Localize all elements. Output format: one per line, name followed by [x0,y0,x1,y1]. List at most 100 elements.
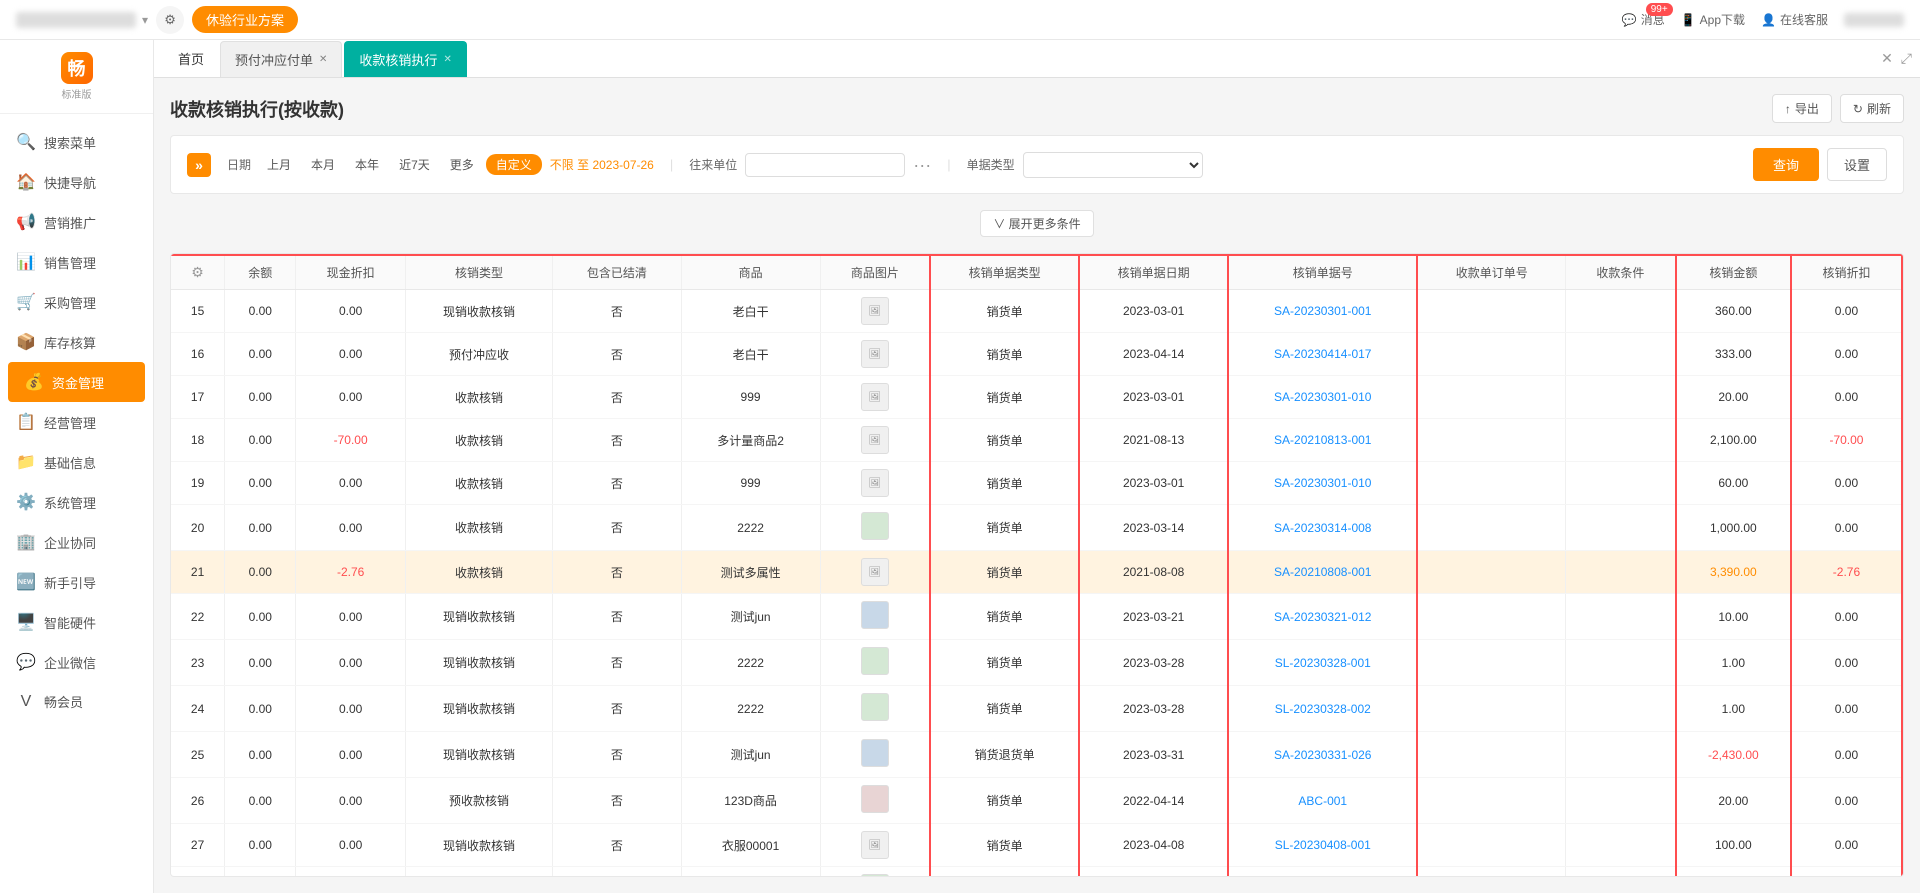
row-verify-discount: 0.00 [1791,462,1902,505]
row-verify-bill-no[interactable]: SA-20230301-010 [1228,376,1417,419]
row-verify-bill-date: 2023-03-31 [1079,732,1228,778]
tab-home[interactable]: 首页 [162,41,220,76]
more-options-icon[interactable]: ··· [913,156,931,174]
sidebar-item-quicknav[interactable]: 🏠 快捷导航 [0,162,153,202]
custom-time-btn[interactable]: 自定义 [486,154,542,175]
sidebar-item-search[interactable]: 🔍 搜索菜单 [0,122,153,162]
sidebar-item-member[interactable]: V 畅会员 [0,682,153,721]
table-row: 150.000.00现销收款核销否老白干🖼销货单2023-03-01SA-202… [171,290,1902,333]
row-verify-bill-date: 2023-04-08 [1079,824,1228,867]
sidebar-item-basic[interactable]: 📁 基础信息 [0,442,153,482]
sidebar-item-label: 资金管理 [52,373,104,392]
industry-solution-button[interactable]: 休验行业方案 [192,6,298,33]
row-verify-type: 收款核销 [405,551,552,594]
counterpart-filter-group: 往来单位 ··· [689,153,931,177]
data-table-container[interactable]: ⚙ 余额 现金折扣 核销类型 包含已结清 商品 商品图片 核销单据类型 核销单据… [170,253,1904,877]
row-verify-bill-type: 销货退货单 [930,732,1079,778]
col-verify-amount: 核销金额 [1676,255,1791,290]
row-verify-bill-no[interactable]: SL-20230328-001 [1228,640,1417,686]
wechat-icon: 💬 [16,652,36,672]
expand-more-button[interactable]: ∨ 展开更多条件 [980,210,1093,237]
row-verify-bill-no[interactable]: SA-20210808-001 [1228,551,1417,594]
settings-gear-button[interactable]: ⚙ [156,6,184,34]
row-product: 2222 [681,686,820,732]
row-verify-type: 现销收款核销 [405,867,552,878]
last-7days-btn[interactable]: 近7天 [391,154,438,175]
chevron-down-icon: ▾ [142,13,148,27]
sidebar-item-wechat[interactable]: 💬 企业微信 [0,642,153,682]
sidebar-item-operations[interactable]: 📋 经营管理 [0,402,153,442]
row-cash-discount: 0.00 [296,462,405,505]
row-number: 21 [171,551,225,594]
export-button[interactable]: ↑ 导出 [1772,94,1832,123]
row-product-img [820,640,930,686]
row-receipt-order-no [1417,686,1565,732]
row-product: 老白干 [681,333,820,376]
tab-prepay[interactable]: 预付冲应付单 ✕ [220,41,342,77]
app-download-button[interactable]: 📱 App下载 [1681,11,1745,28]
filter-settings-button[interactable]: 设置 [1827,148,1887,181]
row-verify-bill-no[interactable]: SL-20230408-001 [1228,824,1417,867]
this-month-btn[interactable]: 本月 [303,154,343,175]
row-product-img [820,594,930,640]
sidebar-item-marketing[interactable]: 📢 营销推广 [0,202,153,242]
sidebar-item-hardware[interactable]: 🖥️ 智能硬件 [0,602,153,642]
row-verify-bill-no[interactable]: SA-20230314-008 [1228,505,1417,551]
close-icon[interactable]: ✕ [443,54,451,65]
page-header: 收款核销执行(按收款) ↑ 导出 ↻ 刷新 [170,94,1904,123]
sidebar-item-purchase[interactable]: 🛒 采购管理 [0,282,153,322]
row-receipt-condition [1566,419,1676,462]
row-verify-bill-no[interactable]: SA-20230414-017 [1228,333,1417,376]
row-verify-bill-no[interactable]: SA-20230321-012 [1228,594,1417,640]
row-balance: 0.00 [225,732,296,778]
row-verify-discount: 0.00 [1791,778,1902,824]
sidebar-item-enterprise[interactable]: 🏢 企业协同 [0,522,153,562]
more-time-btn[interactable]: 更多 [442,154,482,175]
row-verify-bill-no[interactable]: SA-20230331-026 [1228,732,1417,778]
sidebar-item-sales[interactable]: 📊 销售管理 [0,242,153,282]
tab-verify[interactable]: 收款核销执行 ✕ [344,41,466,77]
this-year-btn[interactable]: 本年 [347,154,387,175]
row-verify-bill-no[interactable]: SL-20230328-002 [1228,686,1417,732]
row-receipt-condition [1566,640,1676,686]
export-label: 导出 [1795,100,1819,117]
date-filter-group: 日期 上月 本月 本年 近7天 更多 自定义 不限 至 2023-07-26 [227,154,654,175]
row-verify-bill-no[interactable]: ABC-001 [1228,778,1417,824]
row-included-settled: 否 [553,376,681,419]
message-button[interactable]: 💬 消息 99+ [1622,11,1665,28]
row-cash-discount: 0.00 [296,732,405,778]
row-included-settled: 否 [553,551,681,594]
table-row: 280.000.00现销收款核销否2222销货单2023-04-18SL-202… [171,867,1902,878]
refresh-button[interactable]: ↻ 刷新 [1840,94,1904,123]
row-balance: 0.00 [225,333,296,376]
filter-expand-button[interactable]: » [187,153,211,177]
content-area: 首页 预付冲应付单 ✕ 收款核销执行 ✕ ✕ ⤢ 收款核销执行(按收款) ↑ [154,40,1920,893]
maximize-window-icon[interactable]: ⤢ [1901,50,1912,67]
row-verify-bill-type: 销货单 [930,290,1079,333]
query-button[interactable]: 查询 [1753,148,1819,181]
row-verify-bill-no[interactable]: SL-20230418-001 [1228,867,1417,878]
close-window-icon[interactable]: ✕ [1881,50,1893,67]
col-receipt-order-no: 收款单订单号 [1417,255,1565,290]
single-type-select[interactable] [1023,152,1203,178]
row-product: 测试多属性 [681,551,820,594]
row-verify-bill-no[interactable]: SA-20230301-001 [1228,290,1417,333]
table-row: 250.000.00现销收款核销否测试jun销货退货单2023-03-31SA-… [171,732,1902,778]
counterpart-input[interactable] [745,153,905,177]
row-product: 测试jun [681,594,820,640]
row-verify-bill-no[interactable]: SA-20210813-001 [1228,419,1417,462]
close-icon[interactable]: ✕ [319,54,327,65]
online-service-button[interactable]: 👤 在线客服 [1761,11,1828,28]
row-cash-discount: 0.00 [296,376,405,419]
table-settings-icon[interactable]: ⚙ [191,264,204,280]
sidebar-item-finance[interactable]: 💰 资金管理 [8,362,145,402]
col-included-settled: 包含已结清 [553,255,681,290]
sidebar-item-guide[interactable]: 🆕 新手引导 [0,562,153,602]
sidebar-item-inventory[interactable]: 📦 库存核算 [0,322,153,362]
sidebar-item-system[interactable]: ⚙️ 系统管理 [0,482,153,522]
product-image: 🖼 [861,831,889,859]
row-verify-bill-no[interactable]: SA-20230301-010 [1228,462,1417,505]
col-settings[interactable]: ⚙ [171,255,225,290]
last-month-btn[interactable]: 上月 [259,154,299,175]
row-verify-bill-type: 销货单 [930,505,1079,551]
